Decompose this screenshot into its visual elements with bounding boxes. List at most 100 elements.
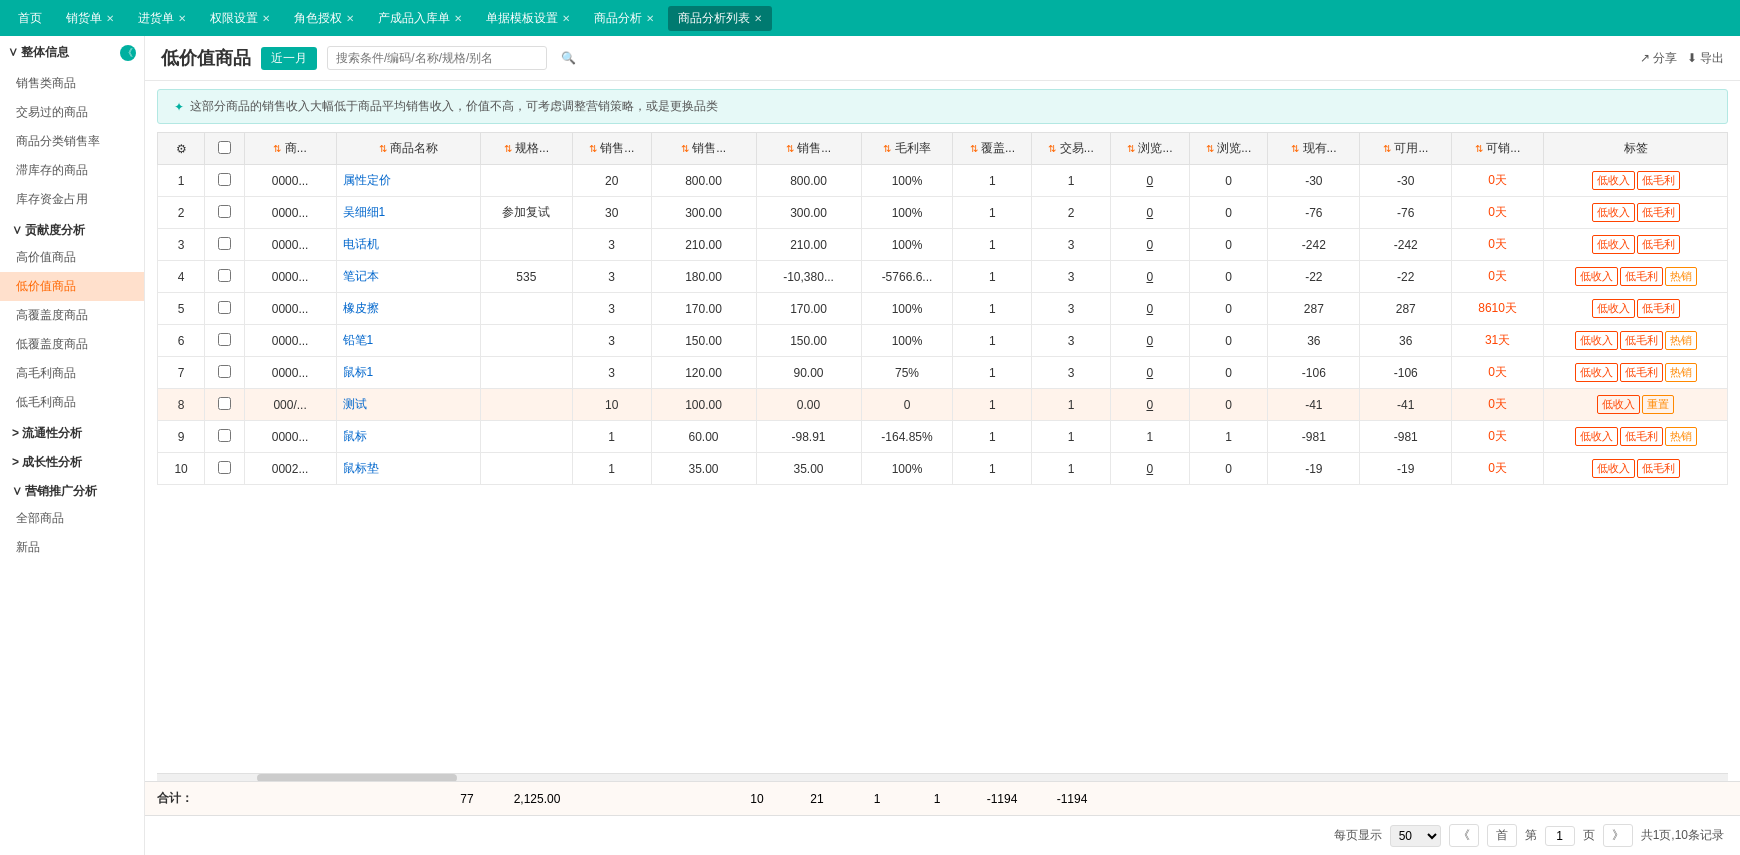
sidebar-item-sales-products[interactable]: 销售类商品 [0,69,144,98]
nav-permissions-close[interactable]: ✕ [262,13,270,24]
nav-home[interactable]: 首页 [8,6,52,31]
group-title-growth[interactable]: > 成长性分析 [0,446,144,475]
col-saleable[interactable]: ⇅ 可销... [1452,133,1544,165]
col-available[interactable]: ⇅ 可用... [1360,133,1452,165]
sidebar-item-low-margin[interactable]: 低毛利商品 [0,388,144,417]
col-name[interactable]: ⇅ 商品名称 [336,133,480,165]
sidebar-item-traded[interactable]: 交易过的商品 [0,98,144,127]
nav-analysis-list[interactable]: 商品分析列表 ✕ [668,6,772,31]
nav-template[interactable]: 单据模板设置 ✕ [476,6,580,31]
col-stock[interactable]: ⇅ 现有... [1268,133,1360,165]
row-browse1[interactable]: 0 [1110,357,1189,389]
nav-permissions[interactable]: 权限设置 ✕ [200,6,280,31]
sidebar-collapse-btn[interactable]: 《 [120,45,136,61]
row-browse1[interactable]: 0 [1110,453,1189,485]
row-name[interactable]: 属性定价 [336,165,480,197]
browse-link[interactable]: 0 [1146,334,1153,348]
row-browse1[interactable]: 0 [1110,197,1189,229]
browse-link[interactable]: 0 [1146,462,1153,476]
nav-roles[interactable]: 角色授权 ✕ [284,6,364,31]
nav-product-stock[interactable]: 产成品入库单 ✕ [368,6,472,31]
row-checkbox-cell[interactable] [205,229,244,261]
row-checkbox-cell[interactable] [205,421,244,453]
row-name[interactable]: 鼠标垫 [336,453,480,485]
row-name[interactable]: 测试 [336,389,480,421]
row-checkbox-cell[interactable] [205,293,244,325]
search-icon[interactable]: 🔍 [561,51,576,65]
row-checkbox-cell[interactable] [205,261,244,293]
row-name[interactable]: 鼠标1 [336,357,480,389]
browse-link[interactable]: 0 [1146,366,1153,380]
row-name[interactable]: 笔记本 [336,261,480,293]
sidebar-item-high-coverage[interactable]: 高覆盖度商品 [0,301,144,330]
nav-purchase[interactable]: 进货单 ✕ [128,6,196,31]
page-number-input[interactable] [1545,826,1575,846]
nav-analysis-list-close[interactable]: ✕ [754,13,762,24]
row-checkbox[interactable] [218,397,231,410]
col-qty[interactable]: ⇅ 销售... [572,133,651,165]
col-browse2[interactable]: ⇅ 浏览... [1189,133,1268,165]
browse-link[interactable]: 0 [1146,270,1153,284]
row-checkbox-cell[interactable] [205,325,244,357]
horizontal-scrollbar[interactable] [157,773,1728,781]
row-checkbox[interactable] [218,269,231,282]
row-checkbox[interactable] [218,237,231,250]
row-name[interactable]: 吴细细1 [336,197,480,229]
next-page-btn[interactable]: 》 [1603,824,1633,847]
row-checkbox-cell[interactable] [205,453,244,485]
sidebar-item-stock-funds[interactable]: 库存资金占用 [0,185,144,214]
browse-link[interactable]: 0 [1146,206,1153,220]
sidebar-item-high-value[interactable]: 高价值商品 [0,243,144,272]
row-browse1[interactable]: 0 [1110,229,1189,261]
row-checkbox-cell[interactable] [205,357,244,389]
col-trade[interactable]: ⇅ 交易... [1032,133,1111,165]
sidebar-item-low-coverage[interactable]: 低覆盖度商品 [0,330,144,359]
nav-template-close[interactable]: ✕ [562,13,570,24]
col-coverage[interactable]: ⇅ 覆盖... [953,133,1032,165]
col-browse1[interactable]: ⇅ 浏览... [1110,133,1189,165]
col-gross[interactable]: ⇅ 毛利率 [861,133,953,165]
col-sale2[interactable]: ⇅ 销售... [756,133,861,165]
nav-product-stock-close[interactable]: ✕ [454,13,462,24]
row-browse1[interactable]: 0 [1110,165,1189,197]
first-page-btn[interactable]: 首 [1487,824,1517,847]
row-name[interactable]: 鼠标 [336,421,480,453]
search-input[interactable] [327,46,547,70]
col-spec[interactable]: ⇅ 规格... [480,133,572,165]
col-settings[interactable]: ⚙ [158,133,205,165]
sidebar-item-new-products[interactable]: 新品 [0,533,144,562]
row-name[interactable]: 铅笔1 [336,325,480,357]
nav-roles-close[interactable]: ✕ [346,13,354,24]
row-checkbox-cell[interactable] [205,165,244,197]
nav-purchase-close[interactable]: ✕ [178,13,186,24]
export-button[interactable]: ⬇ 导出 [1687,50,1724,67]
browse-link[interactable]: 0 [1146,398,1153,412]
page-size-select[interactable]: 50 100 200 [1390,825,1441,847]
prev-page-btn[interactable]: 《 [1449,824,1479,847]
row-browse1[interactable]: 0 [1110,261,1189,293]
row-name[interactable]: 电话机 [336,229,480,261]
nav-sales-close[interactable]: ✕ [106,13,114,24]
row-name[interactable]: 橡皮擦 [336,293,480,325]
nav-analysis-close[interactable]: ✕ [646,13,654,24]
col-checkbox[interactable] [205,133,244,165]
browse-link[interactable]: 0 [1146,302,1153,316]
group-title-circulation[interactable]: > 流通性分析 [0,417,144,446]
row-checkbox[interactable] [218,461,231,474]
share-button[interactable]: ↗ 分享 [1640,50,1677,67]
row-checkbox[interactable] [218,429,231,442]
row-checkbox[interactable] [218,301,231,314]
row-browse1[interactable]: 1 [1110,421,1189,453]
browse-link[interactable]: 0 [1146,174,1153,188]
row-checkbox-cell[interactable] [205,197,244,229]
sidebar-item-high-margin[interactable]: 高毛利商品 [0,359,144,388]
row-browse1[interactable]: 0 [1110,325,1189,357]
row-checkbox[interactable] [218,205,231,218]
sidebar-item-low-value[interactable]: 低价值商品 [0,272,144,301]
row-checkbox[interactable] [218,365,231,378]
col-code[interactable]: ⇅ 商... [244,133,336,165]
row-browse1[interactable]: 0 [1110,293,1189,325]
select-all-checkbox[interactable] [218,141,231,154]
col-sale1[interactable]: ⇅ 销售... [651,133,756,165]
row-checkbox-cell[interactable] [205,389,244,421]
